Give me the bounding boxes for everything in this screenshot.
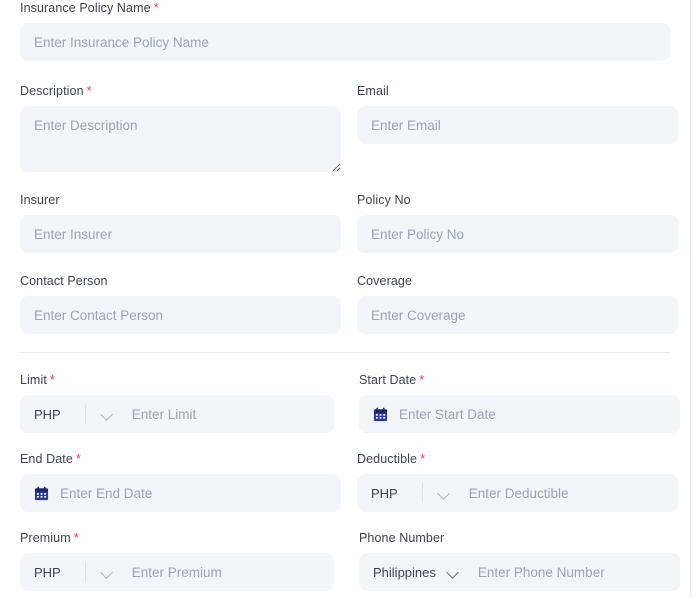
field-coverage: Coverage xyxy=(357,273,678,334)
required-asterisk: * xyxy=(153,0,159,15)
phone-number-control: Philippines xyxy=(359,553,680,591)
form-row-enddate-deductible: End Date * Enter End Date Deductible * P… xyxy=(20,451,678,512)
label-start-date-text: Start Date xyxy=(359,373,417,387)
label-policy-name: Insurance Policy Name * xyxy=(20,0,670,16)
label-premium: Premium * xyxy=(20,530,334,546)
field-start-date: Start Date * xyxy=(359,372,680,433)
chevron-down-icon xyxy=(100,565,114,579)
chevron-down-icon xyxy=(437,486,451,500)
field-premium: Premium * PHP xyxy=(20,530,334,591)
prefix-divider xyxy=(84,404,86,424)
premium-currency-select[interactable]: PHP xyxy=(20,553,114,591)
required-asterisk: * xyxy=(75,451,82,466)
label-phone-number: Phone Number xyxy=(359,530,680,546)
premium-control: PHP xyxy=(20,553,334,591)
policy-name-input[interactable] xyxy=(20,23,670,61)
label-limit-text: Limit xyxy=(20,373,47,387)
insurance-policy-form: Insurance Policy Name* Description* Emai… xyxy=(0,0,690,591)
required-asterisk: * xyxy=(419,372,425,387)
deductible-input[interactable] xyxy=(450,474,678,512)
field-policy-name: Insurance Policy Name * xyxy=(20,0,670,61)
label-policy-no-text: Policy No xyxy=(357,193,411,207)
field-email: Email xyxy=(357,83,678,144)
label-insurer: Insurer xyxy=(20,192,341,208)
policy-no-input[interactable] xyxy=(357,215,678,253)
label-start-date: Start Date * xyxy=(359,372,680,388)
limit-currency-value: PHP xyxy=(34,406,61,422)
label-phone-number-text: Phone Number xyxy=(359,531,445,545)
description-textarea[interactable] xyxy=(20,106,341,172)
required-asterisk: * xyxy=(73,530,79,545)
panel-right-border xyxy=(690,0,691,598)
label-premium-text: Premium xyxy=(20,531,71,545)
label-policy-name-text: Insurance Policy Name xyxy=(20,1,151,15)
coverage-input[interactable] xyxy=(357,296,678,334)
form-row-premium-phone: Premium* PHP Phone Number Philippines xyxy=(20,530,680,591)
label-description: Description * xyxy=(20,83,341,99)
start-date-input[interactable] xyxy=(399,395,666,433)
calendar-icon xyxy=(373,407,388,421)
calendar-icon xyxy=(34,486,49,500)
form-row-insurer-policyno: Insurer Policy No xyxy=(20,192,678,253)
phone-country-value: Philippines xyxy=(373,564,436,580)
field-contact-person: Contact Person xyxy=(20,273,341,334)
label-limit: Limit * xyxy=(20,372,334,388)
label-end-date-text: End Date xyxy=(20,452,73,466)
prefix-divider xyxy=(421,483,423,503)
label-coverage-text: Coverage xyxy=(357,274,412,288)
required-asterisk: * xyxy=(86,83,92,98)
phone-country-select[interactable]: Philippines xyxy=(359,553,460,591)
insurer-input[interactable] xyxy=(20,215,341,253)
prefix-divider xyxy=(84,562,86,582)
label-email-text: Email xyxy=(357,84,389,98)
field-deductible: Deductible * PHP xyxy=(357,451,678,512)
start-date-control[interactable] xyxy=(359,395,680,433)
field-limit: Limit * PHP xyxy=(20,372,334,433)
limit-input[interactable] xyxy=(113,395,334,433)
phone-number-input[interactable] xyxy=(459,553,680,591)
form-row-contact-coverage: Contact Person Coverage xyxy=(20,273,678,334)
label-deductible: Deductible * xyxy=(357,451,678,467)
chevron-down-icon xyxy=(446,565,460,579)
deductible-currency-select[interactable]: PHP xyxy=(357,474,451,512)
form-row-policy-name: Insurance Policy Name * xyxy=(20,0,670,61)
end-date-control[interactable] xyxy=(20,474,341,512)
email-input[interactable] xyxy=(357,106,678,144)
label-email: Email xyxy=(357,83,678,99)
label-insurer-text: Insurer xyxy=(20,193,60,207)
form-row-description-email: Description* Email xyxy=(20,83,678,172)
required-asterisk: * xyxy=(420,451,426,466)
label-contact-person: Contact Person xyxy=(20,273,341,289)
label-coverage: Coverage xyxy=(357,273,678,289)
premium-input[interactable] xyxy=(113,553,334,591)
label-policy-no: Policy No xyxy=(357,192,678,208)
limit-currency-select[interactable]: PHP xyxy=(20,395,114,433)
field-insurer: Insurer xyxy=(20,192,341,253)
field-phone-number: Phone Number Philippines xyxy=(359,530,680,591)
field-policy-no: Policy No xyxy=(357,192,678,253)
limit-control: PHP xyxy=(20,395,334,433)
label-end-date: End Date * xyxy=(20,451,341,467)
chevron-down-icon xyxy=(100,407,114,421)
insurance-policy-form-page: Insurance Policy Name* Description* Emai… xyxy=(0,0,700,598)
field-end-date: End Date * xyxy=(20,451,341,512)
deductible-control: PHP xyxy=(357,474,678,512)
deductible-currency-value: PHP xyxy=(371,485,398,501)
end-date-input[interactable] xyxy=(60,474,327,512)
field-description: Description * xyxy=(20,83,341,172)
required-asterisk: * xyxy=(49,372,56,387)
form-row-limit-startdate: Limit* PHP Start Date* xyxy=(20,372,680,433)
label-deductible-text: Deductible xyxy=(357,452,418,466)
label-contact-person-text: Contact Person xyxy=(20,274,108,288)
premium-currency-value: PHP xyxy=(34,564,61,580)
label-description-text: Description xyxy=(20,84,84,98)
contact-person-input[interactable] xyxy=(20,296,341,334)
